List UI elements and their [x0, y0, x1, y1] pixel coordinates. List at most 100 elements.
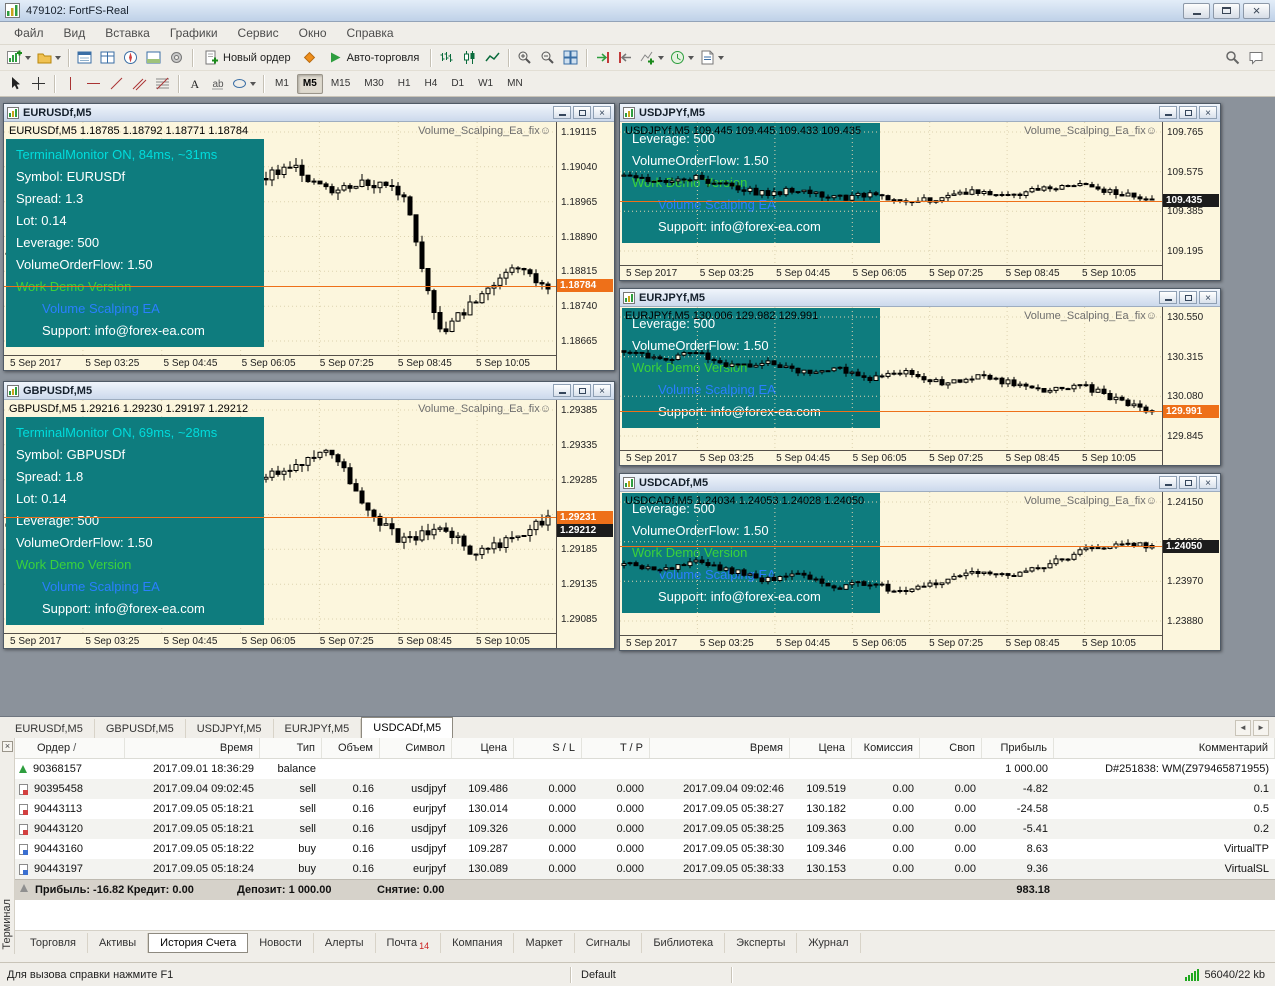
vertical-line-button[interactable]	[59, 73, 82, 95]
window-titlebar[interactable]: 479102: FortFS-Real	[0, 0, 1275, 22]
chart-window-eurjpyf[interactable]: EURJPYf,M5 Leverage: 500VolumeOrderFlow: …	[619, 288, 1221, 466]
menu-item-3[interactable]: Графики	[160, 23, 228, 43]
chart-maximize-button[interactable]	[1179, 476, 1197, 489]
profiles-button[interactable]	[34, 47, 64, 69]
chart-shift-button[interactable]	[614, 47, 637, 69]
column-header-5[interactable]: Цена	[452, 738, 514, 758]
time-axis[interactable]: 5 Sep 2017 5 Sep 03:25 5 Sep 04:45 5 Sep 06…	[620, 450, 1162, 465]
chat-button[interactable]	[1244, 47, 1267, 69]
chart-maximize-button[interactable]	[573, 106, 591, 119]
text-button[interactable]: A	[183, 73, 206, 95]
chart-minimize-button[interactable]	[1159, 476, 1177, 489]
price-scale[interactable]: 1.293851.293351.292851.292351.291851.291…	[556, 400, 614, 648]
column-header-7[interactable]: T / P	[582, 738, 650, 758]
chart-plot-area[interactable]: Leverage: 500 VolumeOrderFlow: 1.50 Work D…	[620, 492, 1162, 635]
terminal-tab-0[interactable]: Торговля	[19, 932, 88, 953]
timeframe-w1-button[interactable]: W1	[472, 74, 499, 94]
chart-plot-area[interactable]: TerminalMonitor ON, 69ms, ~28ms Symbol: G…	[4, 400, 556, 633]
window-tab-usdcadf-m5[interactable]: USDCADf,M5	[361, 717, 454, 738]
metaeditor-button[interactable]	[298, 47, 321, 69]
shapes-button[interactable]	[229, 73, 259, 95]
chart-close-button[interactable]	[1199, 476, 1217, 489]
column-header-2[interactable]: Тип	[260, 738, 322, 758]
timeframe-mn-button[interactable]: MN	[501, 74, 529, 94]
terminal-tab-6[interactable]: Компания	[441, 932, 515, 953]
trendline-button[interactable]	[105, 73, 128, 95]
window-tab-gbpusdf-m5[interactable]: GBPUSDf,M5	[95, 719, 186, 738]
table-row[interactable]: 90443113 2017.09.05 05:18:21 sell 0.16 eurjp…	[15, 799, 1275, 819]
autotrading-button[interactable]: Авто-торговля	[321, 47, 427, 69]
strategy-tester-button[interactable]	[165, 47, 188, 69]
chart-close-button[interactable]	[593, 106, 611, 119]
chart-window-titlebar[interactable]: USDJPYf,M5	[620, 104, 1220, 122]
column-header-13[interactable]: Комментарий	[1054, 738, 1275, 758]
zoom-in-button[interactable]	[513, 47, 536, 69]
time-axis[interactable]: 5 Sep 2017 5 Sep 03:25 5 Sep 04:45 5 Sep 06…	[4, 633, 556, 648]
new-order-button[interactable]: Новый ордер	[197, 47, 298, 69]
terminal-tab-4[interactable]: Алерты	[314, 932, 376, 953]
window-tab-eurjpyf-m5[interactable]: EURJPYf,M5	[274, 719, 362, 738]
column-header-12[interactable]: Прибыль	[982, 738, 1054, 758]
table-row[interactable]: 90443197 2017.09.05 05:18:24 buy 0.16 eurjpy…	[15, 859, 1275, 879]
templates-button[interactable]	[697, 47, 727, 69]
menu-item-4[interactable]: Сервис	[228, 23, 289, 43]
chart-maximize-button[interactable]	[1179, 106, 1197, 119]
terminal-tab-3[interactable]: Новости	[248, 932, 314, 953]
equidistant-channel-button[interactable]	[128, 73, 151, 95]
time-axis[interactable]: 5 Sep 2017 5 Sep 03:25 5 Sep 04:45 5 Sep 06…	[620, 635, 1162, 650]
window-minimize-button[interactable]	[1183, 2, 1210, 19]
search-button[interactable]	[1221, 47, 1244, 69]
chart-minimize-button[interactable]	[1159, 106, 1177, 119]
chart-window-usdcadf[interactable]: USDCADf,M5 Leverage: 500VolumeOrderFlow: …	[619, 473, 1221, 651]
timeframe-m5-button[interactable]: M5	[296, 73, 323, 94]
price-scale[interactable]: 1.19115 1.19040 1.18965 1.18890 1.18815 1.187…	[556, 122, 614, 370]
price-scale[interactable]: 1.241501.240601.239701.238801.24050	[1162, 492, 1220, 650]
crosshair-button[interactable]	[27, 73, 50, 95]
chart-maximize-button[interactable]	[1179, 291, 1197, 304]
chart-window-usdjpyf[interactable]: USDJPYf,M5 Leverage: 500VolumeOrderFlow: …	[619, 103, 1221, 281]
fibonacci-button[interactable]	[151, 73, 174, 95]
timeframe-h4-button[interactable]: H4	[419, 74, 444, 94]
line-chart-button[interactable]	[481, 47, 504, 69]
terminal-close-button[interactable]	[2, 741, 13, 752]
column-header-6[interactable]: S / L	[514, 738, 582, 758]
horizontal-line-button[interactable]	[82, 73, 105, 95]
column-header-9[interactable]: Цена	[790, 738, 852, 758]
chart-plot-area[interactable]: Leverage: 500 VolumeOrderFlow: 1.50 Work D…	[620, 122, 1162, 265]
column-header-0[interactable]: Ордер	[15, 738, 125, 758]
table-row[interactable]: 90395458 2017.09.04 09:02:45 sell 0.16 usdjp…	[15, 779, 1275, 799]
menu-item-1[interactable]: Вид	[54, 23, 96, 43]
column-header-11[interactable]: Своп	[920, 738, 982, 758]
window-tab-eurusdf-m5[interactable]: EURUSDf,M5	[4, 719, 95, 738]
chart-window-titlebar[interactable]: EURUSDf,M5	[4, 104, 614, 122]
window-tab-usdjpyf-m5[interactable]: USDJPYf,M5	[186, 719, 274, 738]
column-header-3[interactable]: Объем	[322, 738, 380, 758]
chart-window-gbpusdf[interactable]: GBPUSDf,M5 TerminalMonitor ON, 69ms, ~28m…	[3, 381, 615, 649]
auto-scroll-button[interactable]	[591, 47, 614, 69]
chart-plot-area[interactable]: Leverage: 500 VolumeOrderFlow: 1.50 Work D…	[620, 307, 1162, 450]
terminal-tab-1[interactable]: Активы	[88, 932, 149, 953]
statusbar-profile[interactable]: Default	[571, 969, 731, 981]
menu-item-0[interactable]: Файл	[4, 23, 54, 43]
terminal-tab-8[interactable]: Сигналы	[575, 932, 643, 953]
candlestick-chart-button[interactable]	[458, 47, 481, 69]
tab-scroll-left-button[interactable]	[1235, 719, 1251, 736]
timeframe-d1-button[interactable]: D1	[445, 74, 470, 94]
terminal-tab-5[interactable]: Почта 14	[376, 932, 442, 953]
timeframe-m1-button[interactable]: M1	[269, 74, 295, 94]
periods-button[interactable]	[667, 47, 697, 69]
chart-minimize-button[interactable]	[553, 384, 571, 397]
timeframe-h1-button[interactable]: H1	[392, 74, 417, 94]
timeframe-m15-button[interactable]: M15	[325, 74, 356, 94]
menu-item-5[interactable]: Окно	[289, 23, 337, 43]
chart-close-button[interactable]	[1199, 291, 1217, 304]
terminal-tab-2[interactable]: История Счета	[148, 932, 249, 953]
table-row[interactable]: 90443120 2017.09.05 05:18:21 sell 0.16 usdjp…	[15, 819, 1275, 839]
window-restore-button[interactable]	[1213, 2, 1240, 19]
chart-window-titlebar[interactable]: USDCADf,M5	[620, 474, 1220, 492]
table-row[interactable]: 90443160 2017.09.05 05:18:22 buy 0.16 usdjpy…	[15, 839, 1275, 859]
terminal-tab-7[interactable]: Маркет	[514, 932, 575, 953]
time-axis[interactable]: 5 Sep 2017 5 Sep 03:25 5 Sep 04:45 5 Sep 06…	[620, 265, 1162, 280]
menu-item-6[interactable]: Справка	[337, 23, 404, 43]
chart-plot-area[interactable]: TerminalMonitor ON, 84ms, ~31ms Symbol: E…	[4, 122, 556, 355]
